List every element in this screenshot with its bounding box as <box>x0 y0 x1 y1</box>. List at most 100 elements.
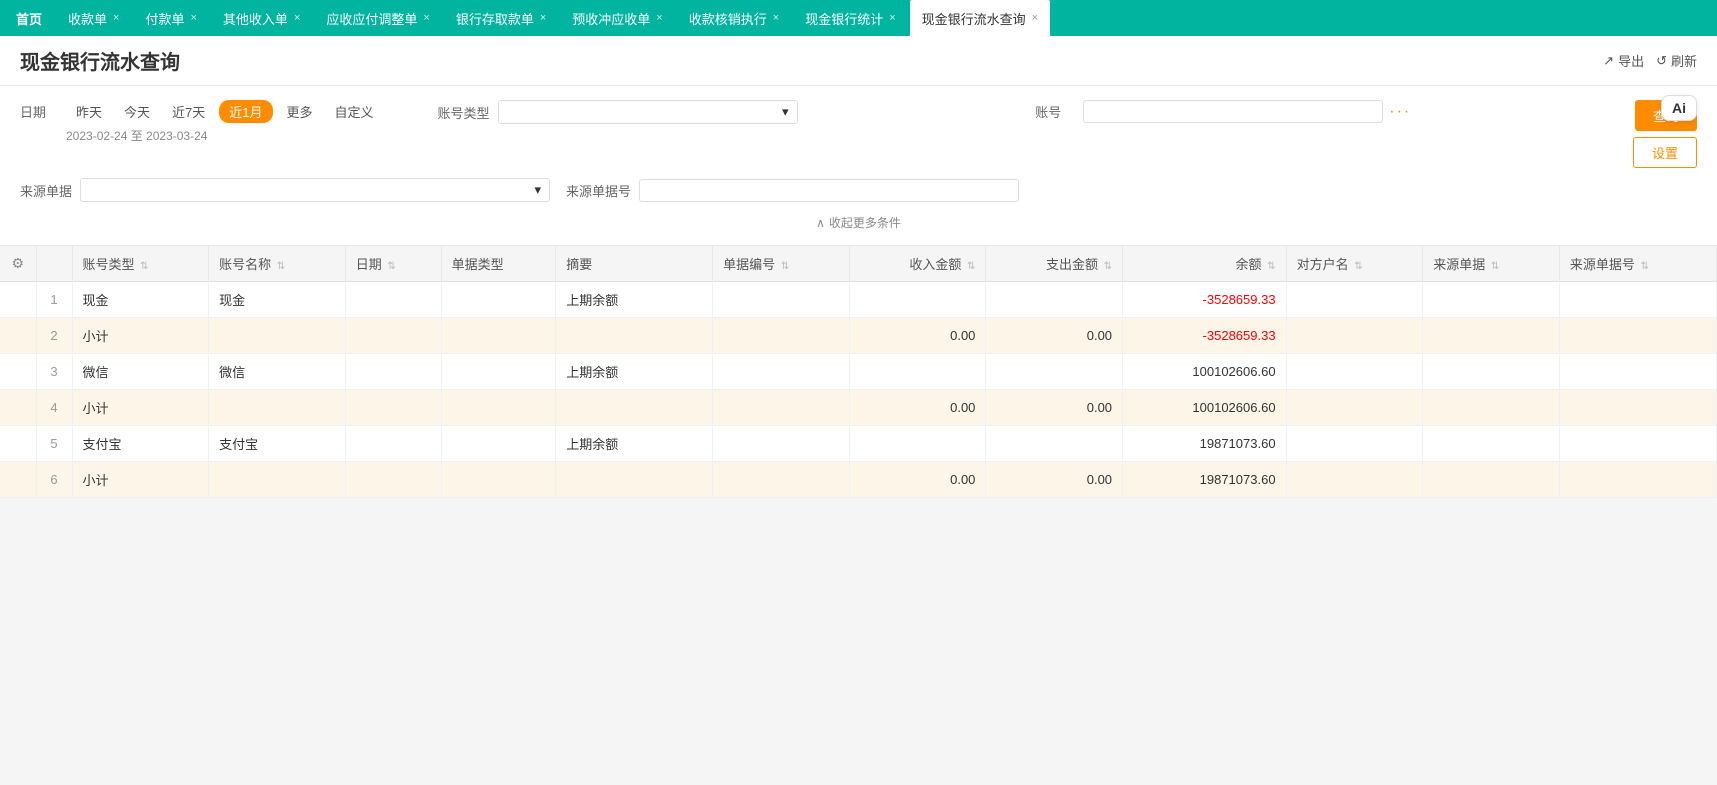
col-acct-type-label: 账号类型 <box>83 257 135 272</box>
col-expense-sort-icon: ⇅ <box>1104 261 1112 272</box>
table-settings-icon[interactable]: ⚙ <box>11 255 24 271</box>
row-source-doc-no <box>1559 318 1716 354</box>
nav-tab-4[interactable]: 银行存取款单 × <box>444 0 558 36</box>
col-acct-name[interactable]: 账号名称 ⇅ <box>209 246 346 282</box>
nav-tab-close-3[interactable]: × <box>423 12 429 24</box>
col-expense[interactable]: 支出金额 ⇅ <box>986 246 1123 282</box>
data-table: ⚙ 账号类型 ⇅ 账号名称 ⇅ 日期 ⇅ 单据类型 <box>0 246 1717 498</box>
row-acct-type: 现金 <box>72 282 209 318</box>
date-btn-custom[interactable]: 自定义 <box>327 100 382 123</box>
acct-type-select[interactable]: ▾ <box>498 100 798 124</box>
nav-tab-close-5[interactable]: × <box>656 12 662 24</box>
col-doc-no[interactable]: 单据编号 ⇅ <box>713 246 850 282</box>
table-row[interactable]: 6 小计 0.00 0.00 19871073.60 <box>0 462 1717 498</box>
acct-type-chevron-icon: ▾ <box>782 104 789 120</box>
export-button[interactable]: ↗ 导出 <box>1603 51 1644 70</box>
row-acct-name: 微信 <box>209 354 346 390</box>
col-doc-no-label: 单据编号 <box>723 257 775 272</box>
nav-tab-close-6[interactable]: × <box>773 12 779 24</box>
col-date-sort-icon: ⇅ <box>387 261 395 272</box>
row-doc-no <box>713 282 850 318</box>
col-source-doc[interactable]: 来源单据 ⇅ <box>1423 246 1560 282</box>
col-acct-name-label: 账号名称 <box>219 257 271 272</box>
row-acct-name: 支付宝 <box>209 426 346 462</box>
table-row[interactable]: 3 微信 微信 上期余额 100102606.60 <box>0 354 1717 390</box>
row-counterpart <box>1286 390 1423 426</box>
table-row[interactable]: 2 小计 0.00 0.00 -3528659.33 <box>0 318 1717 354</box>
row-acct-name <box>209 462 346 498</box>
nav-tab-close-0[interactable]: × <box>113 12 119 24</box>
nav-tab-8[interactable]: 现金银行流水查询 × <box>910 0 1050 36</box>
col-counterpart[interactable]: 对方户名 ⇅ <box>1286 246 1423 282</box>
nav-tab-5[interactable]: 预收冲应收单 × <box>560 0 674 36</box>
row-counterpart <box>1286 282 1423 318</box>
col-source-doc-no-label: 来源单据号 <box>1570 257 1635 272</box>
nav-tab-7[interactable]: 现金银行统计 × <box>793 0 907 36</box>
nav-tab-6[interactable]: 收款核销执行 × <box>677 0 791 36</box>
row-acct-type: 小计 <box>72 462 209 498</box>
nav-tab-3[interactable]: 应收应付调整单 × <box>314 0 441 36</box>
row-source-doc-no <box>1559 354 1716 390</box>
header-actions: ↗ 导出 ↺ 刷新 <box>1603 51 1697 70</box>
table-row[interactable]: 5 支付宝 支付宝 上期余额 19871073.60 <box>0 426 1717 462</box>
row-source-doc <box>1423 318 1560 354</box>
date-btn-more[interactable]: 更多 <box>279 100 321 123</box>
col-date[interactable]: 日期 ⇅ <box>345 246 441 282</box>
refresh-button[interactable]: ↺ 刷新 <box>1656 51 1697 70</box>
collapse-up-icon: ∧ <box>816 216 825 230</box>
home-label: 首页 <box>16 9 42 28</box>
nav-home[interactable]: 首页 <box>4 0 54 36</box>
date-btn-1month[interactable]: 近1月 <box>219 100 272 123</box>
nav-tab-label-0: 收款单 <box>68 9 107 28</box>
nav-tab-close-7[interactable]: × <box>889 12 895 24</box>
nav-tab-1[interactable]: 付款单 × <box>133 0 208 36</box>
date-filter-label: 日期 <box>20 102 60 121</box>
col-balance-sort-icon: ⇅ <box>1267 261 1275 272</box>
date-btn-today[interactable]: 今天 <box>116 100 158 123</box>
date-btn-yesterday[interactable]: 昨天 <box>68 100 110 123</box>
collapse-filter-button[interactable]: ∧ 收起更多条件 <box>20 210 1697 235</box>
settings-button[interactable]: 设置 <box>1633 137 1697 168</box>
row-expense <box>986 354 1123 390</box>
acct-num-label: 账号 <box>1035 102 1075 121</box>
row-doc-type <box>441 462 556 498</box>
row-balance: 100102606.60 <box>1123 354 1287 390</box>
row-expense <box>986 282 1123 318</box>
row-income <box>849 282 986 318</box>
nav-tab-close-1[interactable]: × <box>190 12 196 24</box>
table-row[interactable]: 1 现金 现金 上期余额 -3528659.33 <box>0 282 1717 318</box>
row-expense <box>986 426 1123 462</box>
nav-tab-close-8[interactable]: × <box>1032 12 1038 24</box>
nav-tab-0[interactable]: 收款单 × <box>56 0 131 36</box>
row-summary: 上期余额 <box>556 282 713 318</box>
date-range-display: 2023-02-24 至 2023-03-24 <box>66 129 207 143</box>
row-date <box>345 354 441 390</box>
row-doc-no <box>713 462 850 498</box>
ai-badge[interactable]: Ai <box>1661 95 1697 121</box>
row-balance: 19871073.60 <box>1123 426 1287 462</box>
row-source-doc-no <box>1559 282 1716 318</box>
row-balance: 100102606.60 <box>1123 390 1287 426</box>
col-income[interactable]: 收入金额 ⇅ <box>849 246 986 282</box>
source-doc-select[interactable]: ▾ <box>80 178 550 202</box>
export-label: 导出 <box>1618 51 1644 70</box>
col-source-doc-no[interactable]: 来源单据号 ⇅ <box>1559 246 1716 282</box>
col-acct-type[interactable]: 账号类型 ⇅ <box>72 246 209 282</box>
table-row[interactable]: 4 小计 0.00 0.00 100102606.60 <box>0 390 1717 426</box>
refresh-icon: ↺ <box>1656 53 1667 69</box>
row-summary <box>556 318 713 354</box>
table-header-row: ⚙ 账号类型 ⇅ 账号名称 ⇅ 日期 ⇅ 单据类型 <box>0 246 1717 282</box>
row-income: 0.00 <box>849 462 986 498</box>
col-settings[interactable]: ⚙ <box>0 246 36 282</box>
row-balance: -3528659.33 <box>1123 318 1287 354</box>
row-summary <box>556 462 713 498</box>
source-doc-num-input[interactable] <box>639 179 1019 202</box>
nav-tab-2[interactable]: 其他收入单 × <box>211 0 312 36</box>
col-date-label: 日期 <box>356 257 382 272</box>
nav-tab-close-2[interactable]: × <box>294 12 300 24</box>
acct-num-more-button[interactable]: ··· <box>1389 103 1411 121</box>
col-balance[interactable]: 余额 ⇅ <box>1123 246 1287 282</box>
nav-tab-close-4[interactable]: × <box>540 12 546 24</box>
date-btn-7days[interactable]: 近7天 <box>164 100 213 123</box>
acct-num-input[interactable] <box>1083 100 1383 123</box>
